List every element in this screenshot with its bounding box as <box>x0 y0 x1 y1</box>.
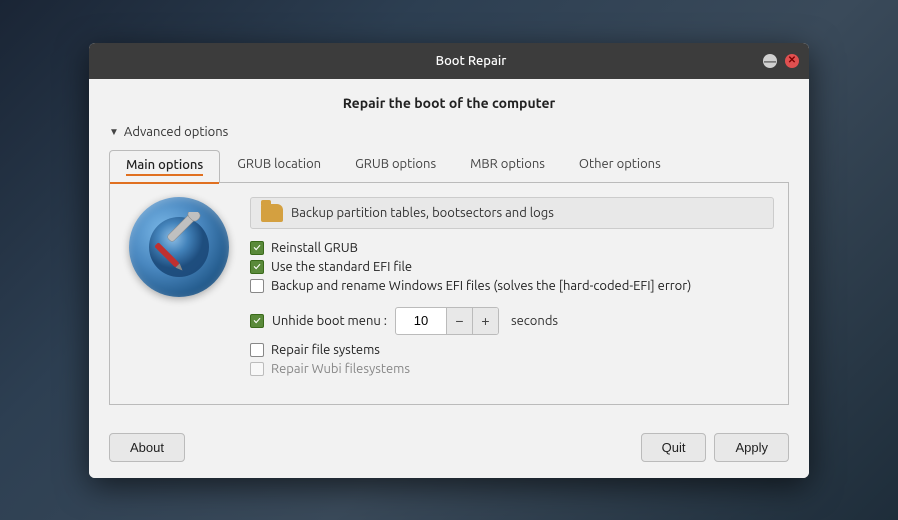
tab-grub-options[interactable]: GRUB options <box>338 149 453 182</box>
window-body: Repair the boot of the computer ▼ Advanc… <box>89 79 809 478</box>
cb-unhide-boot[interactable] <box>250 314 264 328</box>
minimize-button[interactable]: — <box>763 54 777 68</box>
triangle-icon: ▼ <box>109 126 119 138</box>
tab-grub-location[interactable]: GRUB location <box>220 149 338 182</box>
decrement-button[interactable]: − <box>446 308 472 334</box>
checkbox-standard-efi: Use the standard EFI file <box>250 260 774 274</box>
logo-area <box>124 197 234 297</box>
apply-button[interactable]: Apply <box>714 433 789 462</box>
tabs-container: Main options GRUB location GRUB options … <box>109 149 789 183</box>
tab-other-options[interactable]: Other options <box>562 149 678 182</box>
main-options-layout: Backup partition tables, bootsectors and… <box>124 197 774 390</box>
about-button[interactable]: About <box>109 433 185 462</box>
cb-repair-fs[interactable] <box>250 343 264 357</box>
checkbox-reinstall-grub: Reinstall GRUB <box>250 241 774 255</box>
window-controls: — ✕ <box>763 54 799 68</box>
logo-svg <box>144 212 214 282</box>
cb-standard-efi[interactable] <box>250 260 264 274</box>
tab-mbr-options[interactable]: MBR options <box>453 149 562 182</box>
window-header: Repair the boot of the computer <box>109 95 789 111</box>
bottom-checkboxes-group: Repair file systems Repair Wubi filesyst… <box>250 343 774 376</box>
checkbox-repair-wubi: Repair Wubi filesystems <box>250 362 774 376</box>
checkbox-backup-efi: Backup and rename Windows EFI files (sol… <box>250 279 774 293</box>
right-buttons: Quit Apply <box>641 433 789 462</box>
titlebar: Boot Repair — ✕ <box>89 43 809 79</box>
main-window: Boot Repair — ✕ Repair the boot of the c… <box>89 43 809 478</box>
tab-content: Backup partition tables, bootsectors and… <box>109 183 789 405</box>
boot-repair-logo <box>129 197 229 297</box>
backup-label: Backup partition tables, bootsectors and… <box>291 206 554 220</box>
increment-button[interactable]: + <box>472 308 498 334</box>
cb-reinstall-grub[interactable] <box>250 241 264 255</box>
window-title: Boot Repair <box>179 54 763 68</box>
unhide-label: Unhide boot menu : <box>272 314 387 328</box>
cb-backup-efi[interactable] <box>250 279 264 293</box>
boot-timeout-input[interactable] <box>396 310 446 331</box>
seconds-label: seconds <box>511 314 558 328</box>
bottom-buttons: About Quit Apply <box>109 421 789 462</box>
tab-main-options[interactable]: Main options <box>109 150 220 183</box>
backup-row: Backup partition tables, bootsectors and… <box>250 197 774 229</box>
folder-icon <box>261 204 283 222</box>
unhide-row: Unhide boot menu : − + seconds <box>250 307 774 335</box>
cb-repair-wubi[interactable] <box>250 362 264 376</box>
checkboxes-group: Reinstall GRUB Use the standard EFI file… <box>250 241 774 293</box>
advanced-options-toggle[interactable]: ▼ Advanced options <box>109 125 789 139</box>
options-area: Backup partition tables, bootsectors and… <box>250 197 774 390</box>
checkbox-repair-fs: Repair file systems <box>250 343 774 357</box>
quit-button[interactable]: Quit <box>641 433 707 462</box>
number-input-group: − + <box>395 307 499 335</box>
close-button[interactable]: ✕ <box>785 54 799 68</box>
advanced-options-label: Advanced options <box>124 125 228 139</box>
